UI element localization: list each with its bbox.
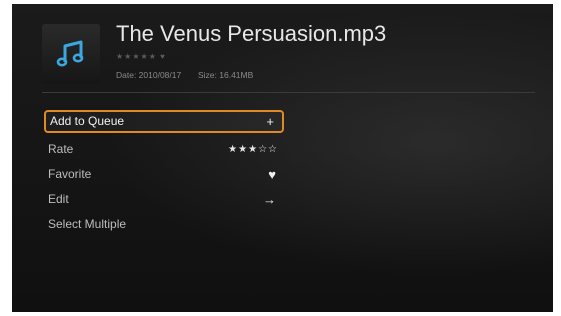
star-rating-icon: ★★★☆☆ [228,144,278,155]
menu-item-select-multiple[interactable]: Select Multiple [44,212,284,237]
menu-item-rate[interactable]: Rate ★★★☆☆ [44,137,284,162]
menu-item-favorite[interactable]: Favorite ♥ [44,162,284,187]
plus-icon: + [266,114,274,129]
menu-item-label: Add to Queue [50,114,125,128]
menu-item-label: Select Multiple [48,217,127,231]
heart-icon: ♥ [268,167,276,182]
media-screen: The Venus Persuasion.mp3 ★★★★★ ♥ Date: 2… [12,4,553,312]
menu-item-edit[interactable]: Edit → [44,187,284,212]
options-menu: Add to Queue + Rate ★★★☆☆ Favorite ♥ Edi… [44,110,284,237]
menu-item-label: Rate [48,142,74,156]
file-title: The Venus Persuasion.mp3 [116,21,387,46]
header-divider [42,92,535,93]
menu-item-label: Favorite [48,167,92,181]
music-note-icon [42,24,100,84]
file-date: Date: 2010/08/17 [116,70,182,80]
file-rating: ★★★★★ ♥ [116,52,166,61]
arrow-right-icon: → [263,192,276,207]
file-size: Size: 16.41MB [198,70,254,80]
menu-item-label: Edit [48,192,69,206]
menu-item-add-to-queue[interactable]: Add to Queue + [44,110,284,133]
